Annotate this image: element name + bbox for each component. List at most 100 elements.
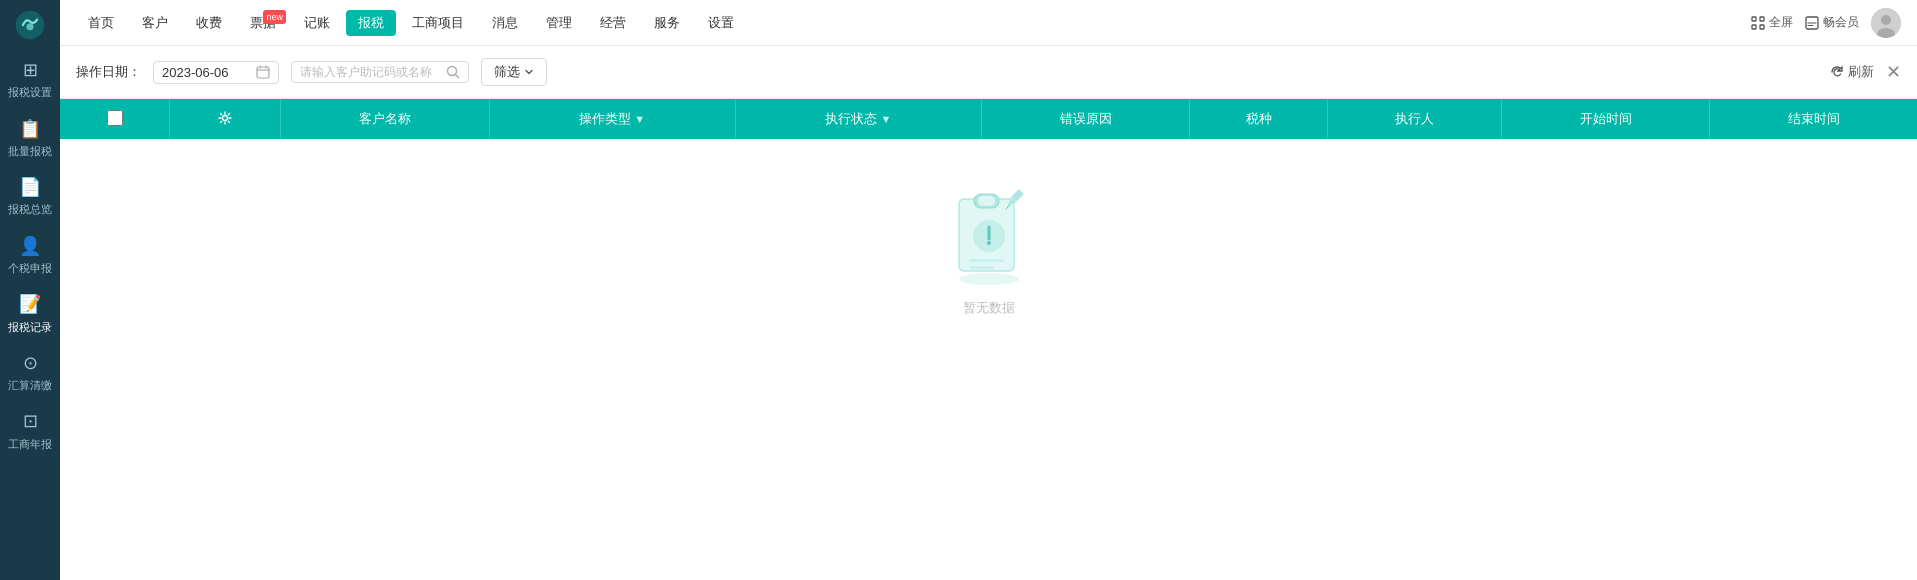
date-input-wrap[interactable]: [153, 61, 279, 84]
search-input[interactable]: [300, 65, 440, 79]
refresh-label: 刷新: [1848, 63, 1874, 81]
filter-label: 筛选: [494, 63, 520, 81]
th-customer_name: 客户名称: [281, 99, 490, 139]
toolbar: 操作日期： 筛选: [60, 46, 1917, 99]
th-operation_type: 操作类型▼: [489, 99, 735, 139]
topnav: 首页客户收费票据new记账报税工商项目消息管理经营服务设置 全屏 畅会员: [60, 0, 1917, 46]
member-button[interactable]: 畅会员: [1805, 14, 1859, 31]
main-content: 首页客户收费票据new记账报税工商项目消息管理经营服务设置 全屏 畅会员: [60, 0, 1917, 580]
svg-point-18: [987, 241, 991, 245]
sidebar-label-gongshang-nianbao: 工商年报: [8, 437, 52, 452]
date-label: 操作日期：: [76, 63, 141, 81]
table-body: 暂无数据: [60, 139, 1917, 337]
nav-item-gongshang-xiangmu[interactable]: 工商项目: [400, 10, 476, 36]
table-header-row: 客户名称操作类型▼执行状态▼错误原因税种执行人开始时间结束时间: [60, 99, 1917, 139]
sidebar-label-geshui-shenbao: 个税申报: [8, 261, 52, 276]
th-filter-exec_status[interactable]: ▼: [880, 113, 891, 125]
page-area: 操作日期： 筛选: [60, 46, 1917, 580]
th-start_time: 开始时间: [1501, 99, 1710, 139]
refresh-button[interactable]: 刷新: [1830, 63, 1874, 81]
nav-item-guanli[interactable]: 管理: [534, 10, 584, 36]
sidebar-icon-baoshui-jilu: 📝: [19, 292, 41, 317]
nav-item-jizhang[interactable]: 记账: [292, 10, 342, 36]
sidebar-item-baoshui-jilu[interactable]: 📝 报税记录: [0, 284, 60, 343]
nav-item-shezhi[interactable]: 设置: [696, 10, 746, 36]
nav-item-shoufei[interactable]: 收费: [184, 10, 234, 36]
nav-item-piaoju[interactable]: 票据new: [238, 10, 288, 36]
fullscreen-icon: [1751, 16, 1765, 30]
svg-point-1: [26, 23, 33, 30]
nav-item-customer[interactable]: 客户: [130, 10, 180, 36]
fullscreen-button[interactable]: 全屏: [1751, 14, 1793, 31]
sidebar-logo: [0, 0, 60, 50]
svg-point-13: [959, 273, 1019, 285]
chevron-down-icon: [524, 67, 534, 77]
svg-rect-16: [978, 196, 995, 206]
svg-rect-3: [1760, 17, 1764, 21]
th-label-executor: 执行人: [1395, 111, 1434, 126]
svg-rect-5: [1760, 25, 1764, 29]
th-filter-operation_type[interactable]: ▼: [634, 113, 645, 125]
sidebar-item-piliang-baoshui[interactable]: 📋 批量报税: [0, 109, 60, 168]
sidebar: ⊞ 报税设置 📋 批量报税 📄 报税总览 👤 个税申报 📝 报税记录 ⊙ 汇算清缴 ⊡工商年报: [0, 0, 60, 580]
member-label: 畅会员: [1823, 14, 1859, 31]
th-end_time: 结束时间: [1710, 99, 1917, 139]
select-all-checkbox[interactable]: [107, 110, 123, 126]
sidebar-icon-baoshui-zonglam: 📄: [19, 175, 41, 200]
nav-badge-piaoju: new: [263, 10, 286, 24]
sidebar-label-baoshui-zonglam: 报税总览: [8, 202, 52, 217]
sidebar-label-baoshui-shezhi: 报税设置: [8, 85, 52, 100]
data-table: 客户名称操作类型▼执行状态▼错误原因税种执行人开始时间结束时间: [60, 99, 1917, 337]
avatar[interactable]: [1871, 8, 1901, 38]
toolbar-right: 刷新 ✕: [1830, 63, 1901, 81]
th-settings[interactable]: [170, 99, 281, 139]
sidebar-icon-piliang-baoshui: 📋: [19, 117, 41, 142]
topnav-items: 首页客户收费票据new记账报税工商项目消息管理经营服务设置: [76, 10, 1751, 36]
svg-rect-20: [969, 266, 994, 269]
th-label-operation_type: 操作类型: [579, 111, 631, 126]
svg-rect-19: [969, 259, 1004, 262]
nav-item-home[interactable]: 首页: [76, 10, 126, 36]
topnav-right: 全屏 畅会员: [1751, 8, 1901, 38]
sidebar-item-baoshui-zonglam[interactable]: 📄 报税总览: [0, 167, 60, 226]
sidebar-label-baoshui-jilu: 报税记录: [8, 320, 52, 335]
empty-state: 暂无数据: [60, 139, 1917, 337]
date-input[interactable]: [162, 65, 250, 80]
svg-rect-10: [257, 67, 269, 78]
th-label-tax_type: 税种: [1246, 111, 1272, 126]
th-label-customer_name: 客户名称: [359, 111, 411, 126]
svg-rect-4: [1752, 25, 1756, 29]
member-icon: [1805, 16, 1819, 30]
svg-rect-2: [1752, 17, 1756, 21]
sidebar-item-geshui-shenbao[interactable]: 👤 个税申报: [0, 226, 60, 285]
sidebar-item-gongshang-nianbao[interactable]: ⊡工商年报: [0, 401, 60, 460]
th-label-exec_status: 执行状态: [825, 111, 877, 126]
sidebar-item-baoshui-shezhi[interactable]: ⊞ 报税设置: [0, 50, 60, 109]
calendar-icon: [256, 65, 270, 79]
th-executor: 执行人: [1328, 99, 1501, 139]
svg-point-8: [1881, 15, 1891, 25]
search-wrap[interactable]: [291, 61, 469, 83]
nav-item-jingying[interactable]: 经营: [588, 10, 638, 36]
empty-illustration: [939, 179, 1039, 289]
search-icon: [446, 65, 460, 79]
nav-item-fuwu[interactable]: 服务: [642, 10, 692, 36]
filter-button[interactable]: 筛选: [481, 58, 547, 86]
sidebar-label-piliang-baoshui: 批量报税: [8, 144, 52, 159]
th-label-start_time: 开始时间: [1580, 111, 1632, 126]
settings-icon: [217, 110, 233, 126]
th-exec_status: 执行状态▼: [735, 99, 981, 139]
nav-item-xiaoxi[interactable]: 消息: [480, 10, 530, 36]
sidebar-label-huisuan-jiaona: 汇算清缴: [8, 378, 52, 393]
sidebar-item-huisuan-jiaona[interactable]: ⊙ 汇算清缴: [0, 343, 60, 402]
nav-item-baoshui[interactable]: 报税: [346, 10, 396, 36]
sidebar-icon-huisuan-jiaona: ⊙: [23, 351, 38, 376]
close-button[interactable]: ✕: [1886, 63, 1901, 81]
sidebar-icon-geshui-shenbao: 👤: [19, 234, 41, 259]
refresh-icon: [1830, 65, 1844, 79]
sidebar-icon-baoshui-shezhi: ⊞: [23, 58, 38, 83]
th-tax_type: 税种: [1190, 99, 1328, 139]
th-checkbox[interactable]: [60, 99, 170, 139]
fullscreen-label: 全屏: [1769, 14, 1793, 31]
th-label-end_time: 结束时间: [1788, 111, 1840, 126]
